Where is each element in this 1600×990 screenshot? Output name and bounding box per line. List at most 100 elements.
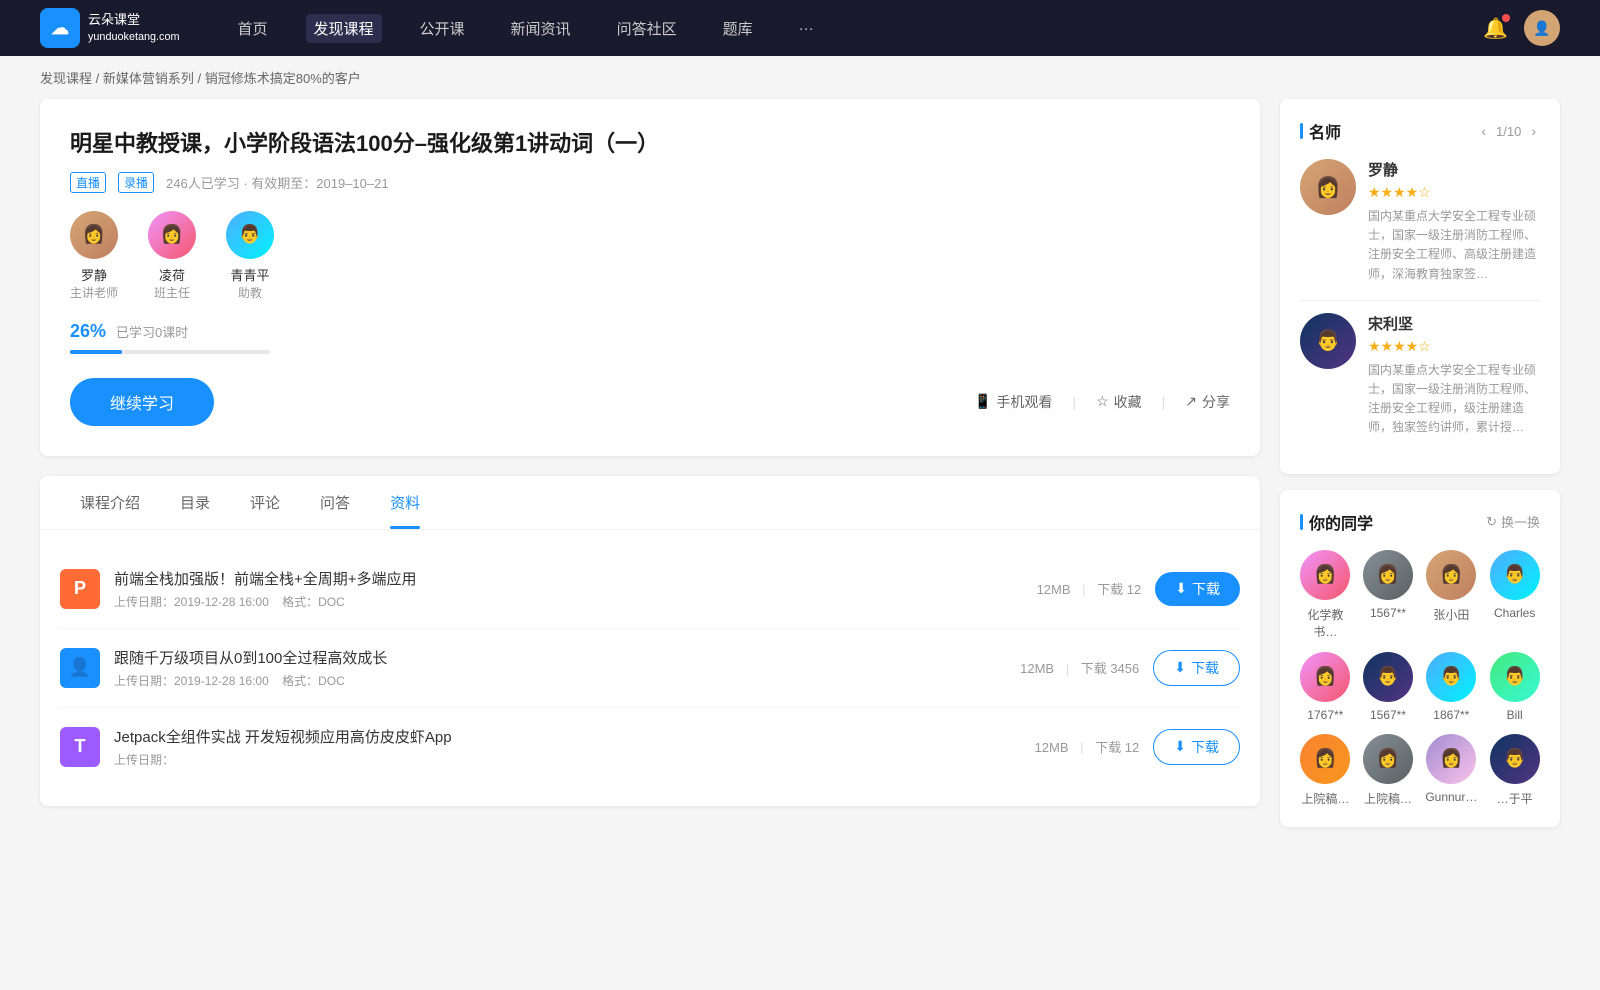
share-icon: ↗: [1185, 393, 1197, 410]
tab-resources[interactable]: 资料: [370, 476, 440, 529]
student-avatar-8: 👩: [1300, 734, 1350, 784]
teacher-panel-info-0: 罗静 ★★★★☆ 国内某重点大学安全工程专业硕士，国家一级注册消防工程师、注册安…: [1368, 159, 1540, 284]
teachers-page: 1/10: [1496, 124, 1521, 139]
tab-review[interactable]: 评论: [230, 476, 300, 529]
badge-record: 录播: [118, 172, 154, 193]
student-name-10: Gunnur…: [1425, 790, 1477, 804]
nav-item-news[interactable]: 新闻资讯: [503, 14, 579, 43]
student-item-7: 👨Bill: [1489, 652, 1540, 722]
students-grid: 👩化学教书…👩1567**👩张小田👨Charles👩1767**👨1567**👨…: [1300, 550, 1540, 807]
teachers-panel-title: 名师: [1300, 119, 1341, 143]
user-avatar-nav[interactable]: 👤: [1524, 10, 1560, 46]
teacher-item-2: 👨 青青平 助教: [226, 211, 274, 301]
nav-item-discover[interactable]: 发现课程: [306, 14, 382, 43]
action-mobile[interactable]: 📱 手机观看: [974, 392, 1052, 412]
student-name-2: 张小田: [1433, 606, 1469, 623]
nav-item-public[interactable]: 公开课: [412, 14, 473, 43]
tab-catalog[interactable]: 目录: [160, 476, 230, 529]
progress-percent: 26%: [70, 321, 106, 342]
student-item-9: 👩上院稿…: [1363, 734, 1414, 807]
resource-size-1: 12MB | 下载 3456: [1020, 658, 1139, 677]
course-card: 明星中教授课，小学阶段语法100分–强化级第1讲动词（一） 直播 录播 246人…: [40, 99, 1260, 456]
resource-name-1: 跟随千万级项目从0到100全过程高效成长: [114, 647, 1006, 668]
bell-icon[interactable]: 🔔: [1483, 16, 1508, 41]
resource-icon-2: T: [60, 727, 100, 767]
resource-icon-0: P: [60, 569, 100, 609]
students-panel: 你的同学 ↻ 换一换 👩化学教书…👩1567**👩张小田👨Charles👩176…: [1280, 490, 1560, 827]
action-collect[interactable]: ☆ 收藏: [1096, 392, 1142, 412]
teacher-avatar-2: 👨: [226, 211, 274, 259]
teacher-name-0: 罗静: [81, 265, 107, 284]
resource-info-0: 前端全栈加强版！前端全栈+全周期+多端应用 上传日期：2019-12-28 16…: [114, 568, 1023, 610]
main-layout: 明星中教授课，小学阶段语法100分–强化级第1讲动词（一） 直播 录播 246人…: [0, 99, 1600, 883]
tabs-section: 课程介绍 目录 评论 问答 资料 P 前端全栈加强版！前端全栈+全周期+多端应用…: [40, 476, 1260, 806]
continue-button[interactable]: 继续学习: [70, 378, 214, 426]
student-avatar-3: 👨: [1490, 550, 1540, 600]
nav-item-home[interactable]: 首页: [230, 14, 276, 43]
logo-text: 云朵课堂yunduoketang.com: [88, 12, 180, 44]
teacher-name-1: 凌荷: [159, 265, 185, 284]
teacher-avatar-0: 👩: [70, 211, 118, 259]
star-icon: ☆: [1096, 393, 1109, 410]
student-avatar-2: 👩: [1426, 550, 1476, 600]
nav-icons: 🔔 👤: [1483, 10, 1560, 46]
progress-bar-background: [70, 350, 270, 354]
student-item-3: 👨Charles: [1489, 550, 1540, 640]
badge-live: 直播: [70, 172, 106, 193]
resource-size-2: 12MB | 下载 12: [1035, 737, 1140, 756]
tab-qa[interactable]: 问答: [300, 476, 370, 529]
students-panel-title: 你的同学: [1300, 510, 1373, 534]
teacher-panel-name-1: 宋利坚: [1368, 313, 1540, 334]
student-avatar-10: 👩: [1426, 734, 1476, 784]
teacher-item-0: 👩 罗静 主讲老师: [70, 211, 118, 301]
breadcrumb-link-discover[interactable]: 发现课程: [40, 71, 92, 86]
student-avatar-4: 👩: [1300, 652, 1350, 702]
left-column: 明星中教授课，小学阶段语法100分–强化级第1讲动词（一） 直播 录播 246人…: [40, 99, 1260, 843]
teacher-panel-item-0: 👩 罗静 ★★★★☆ 国内某重点大学安全工程专业硕士，国家一级注册消防工程师、注…: [1300, 159, 1540, 284]
refresh-button[interactable]: ↻ 换一换: [1486, 512, 1540, 531]
breadcrumb: 发现课程 / 新媒体营销系列 / 销冠修炼术搞定80%的客户: [0, 56, 1600, 99]
teachers-next-button[interactable]: ›: [1527, 121, 1540, 141]
teacher-panel-item-1: 👨 宋利坚 ★★★★☆ 国内某重点大学安全工程专业硕士，国家一级注册消防工程师、…: [1300, 313, 1540, 438]
resource-name-2: Jetpack全组件实战 开发短视频应用高仿皮皮虾App: [114, 726, 1021, 747]
resource-info-1: 跟随千万级项目从0到100全过程高效成长 上传日期：2019-12-28 16:…: [114, 647, 1006, 689]
student-avatar-5: 👨: [1363, 652, 1413, 702]
nav-item-quiz[interactable]: 题库: [715, 14, 761, 43]
resource-item-2: T Jetpack全组件实战 开发短视频应用高仿皮皮虾App 上传日期： 12M…: [60, 708, 1240, 786]
teachers-prev-button[interactable]: ‹: [1477, 121, 1490, 141]
teacher-role-1: 班主任: [154, 284, 190, 301]
breadcrumb-link-series[interactable]: 新媒体营销系列: [103, 71, 194, 86]
tab-intro[interactable]: 课程介绍: [60, 476, 160, 529]
teacher-panel-stars-1: ★★★★☆: [1368, 338, 1540, 355]
tabs-header: 课程介绍 目录 评论 问答 资料: [40, 476, 1260, 530]
nav-item-more[interactable]: ···: [791, 16, 822, 41]
resource-meta-0: 上传日期：2019-12-28 16:00 格式：DOC: [114, 593, 1023, 610]
resource-name-0: 前端全栈加强版！前端全栈+全周期+多端应用: [114, 568, 1023, 589]
teacher-avatar-1: 👩: [148, 211, 196, 259]
download-icon-1: ⬇: [1174, 659, 1186, 676]
navbar: ☁ 云朵课堂yunduoketang.com 首页 发现课程 公开课 新闻资讯 …: [0, 0, 1600, 56]
student-avatar-6: 👨: [1426, 652, 1476, 702]
teachers-row: 👩 罗静 主讲老师 👩 凌荷 班主任 👨 青青平: [70, 211, 1230, 301]
teachers-panel-nav: ‹ 1/10 ›: [1477, 121, 1540, 141]
students-panel-header: 你的同学 ↻ 换一换: [1300, 510, 1540, 534]
download-button-0[interactable]: ⬇ 下载: [1155, 572, 1240, 606]
nav-item-qa[interactable]: 问答社区: [609, 14, 685, 43]
progress-bar-fill: [70, 350, 122, 354]
student-name-5: 1567**: [1370, 708, 1406, 722]
download-button-1[interactable]: ⬇ 下载: [1153, 650, 1240, 686]
notification-dot: [1502, 14, 1510, 22]
logo[interactable]: ☁ 云朵课堂yunduoketang.com: [40, 8, 180, 48]
refresh-icon: ↻: [1486, 514, 1497, 530]
teacher-panel-info-1: 宋利坚 ★★★★☆ 国内某重点大学安全工程专业硕士，国家一级注册消防工程师、注册…: [1368, 313, 1540, 438]
teacher-panel-desc-0: 国内某重点大学安全工程专业硕士，国家一级注册消防工程师、注册安全工程师、高级注册…: [1368, 207, 1540, 284]
teacher-item-1: 👩 凌荷 班主任: [148, 211, 196, 301]
teacher-role-2: 助教: [238, 284, 262, 301]
teacher-panel-desc-1: 国内某重点大学安全工程专业硕士，国家一级注册消防工程师、注册安全工程师，级注册建…: [1368, 361, 1540, 438]
teachers-panel-header: 名师 ‹ 1/10 ›: [1300, 119, 1540, 143]
student-item-1: 👩1567**: [1363, 550, 1414, 640]
resource-meta-2: 上传日期：: [114, 751, 1021, 768]
download-button-2[interactable]: ⬇ 下载: [1153, 729, 1240, 765]
student-item-5: 👨 1567**: [1363, 652, 1414, 722]
action-share[interactable]: ↗ 分享: [1185, 392, 1230, 412]
